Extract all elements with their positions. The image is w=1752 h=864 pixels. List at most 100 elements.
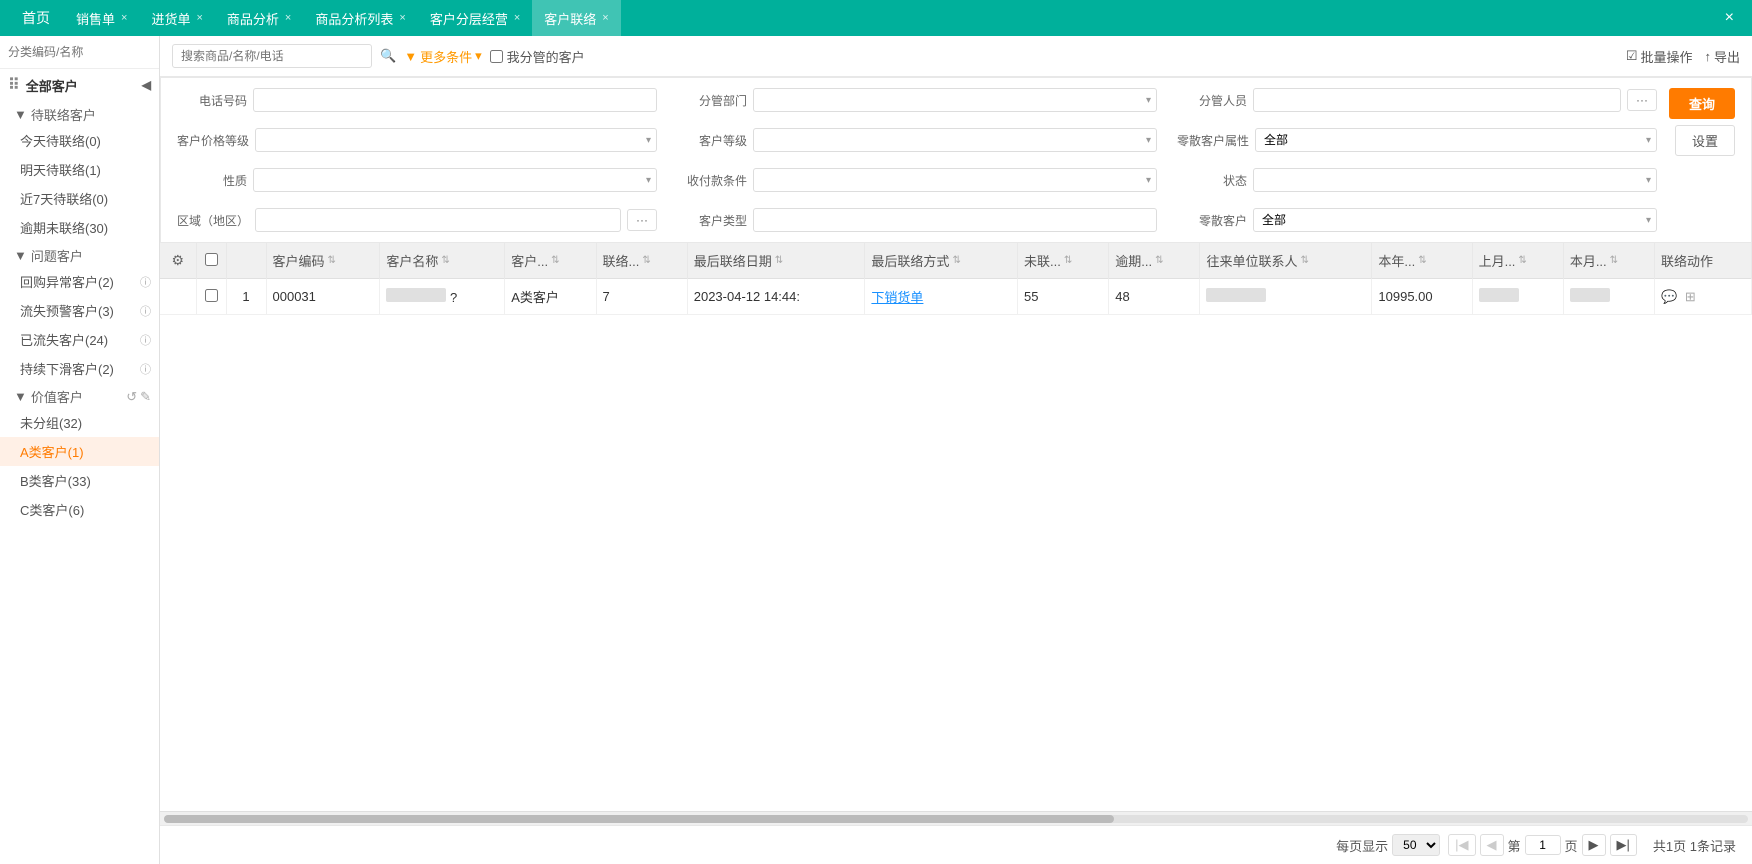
sidebar-item-churned[interactable]: 已流失客户(24) ⓘ (0, 325, 159, 354)
filter-more-btn[interactable]: ▼ 更多条件 ▾ (404, 47, 481, 66)
nav-customer-contact[interactable]: 客户联络 × (532, 0, 620, 36)
all-customers-header[interactable]: ⠿ 全部客户 ◀ (0, 69, 159, 101)
sort-contact-icon: ⇅ (642, 255, 650, 266)
close-customer-contact-icon[interactable]: × (602, 12, 608, 24)
retail-attr-select[interactable]: 全部 (1255, 128, 1657, 152)
my-customers-checkbox-label[interactable]: 我分管的客户 (490, 47, 585, 66)
nav-analysis[interactable]: 商品分析 × (215, 0, 303, 36)
filter-actions: 查询 设置 (1657, 88, 1735, 232)
last-page-btn[interactable]: ▶| (1610, 834, 1637, 856)
row-checkbox[interactable] (205, 289, 218, 302)
region-dots-btn[interactable]: ··· (627, 209, 657, 231)
sort-type-icon: ⇅ (551, 255, 559, 266)
filter-search-input[interactable] (172, 44, 372, 68)
sidebar-item-declining[interactable]: 持续下滑客户(2) ⓘ (0, 354, 159, 383)
close-customer-tier-icon[interactable]: × (514, 12, 520, 24)
staff-dots-btn[interactable]: ··· (1627, 89, 1657, 111)
th-this-year[interactable]: 本年... ⇅ (1372, 243, 1472, 279)
export-btn[interactable]: ↑ 导出 (1704, 47, 1740, 66)
td-checkbox[interactable] (196, 279, 226, 315)
td-contact-action[interactable]: 💬 ⊞ (1655, 279, 1752, 315)
th-last-contact-date[interactable]: 最后联络日期 ⇅ (687, 243, 865, 279)
prev-page-btn[interactable]: ◀ (1480, 834, 1504, 856)
sidebar-item-c-class[interactable]: C类客户(6) (0, 495, 159, 524)
chat-icon[interactable]: 💬 (1661, 289, 1677, 304)
close-analysis-icon[interactable]: × (285, 12, 291, 24)
scrollbar-thumb[interactable] (164, 815, 1114, 823)
th-this-month[interactable]: 本月... ⇅ (1563, 243, 1654, 279)
dept-select[interactable] (753, 88, 1157, 112)
batch-op-btn[interactable]: ☑ 批量操作 (1626, 47, 1693, 66)
nav-sales[interactable]: 销售单 × (64, 0, 139, 36)
th-type[interactable]: 客户... ⇅ (505, 243, 596, 279)
nav-home[interactable]: 首页 (8, 0, 64, 36)
nature-select[interactable] (253, 168, 657, 192)
close-analysis-list-icon[interactable]: × (399, 12, 405, 24)
sidebar-item-repurchase[interactable]: 回购异常客户(2) ⓘ (0, 267, 159, 296)
settings-button[interactable]: 设置 (1675, 125, 1735, 156)
th-no-contact[interactable]: 未联... ⇅ (1018, 243, 1109, 279)
customer-grade-select[interactable] (753, 128, 1157, 152)
price-grade-select[interactable] (255, 128, 657, 152)
th-last-contact-method[interactable]: 最后联络方式 ⇅ (865, 243, 1018, 279)
sidebar-item-a-class[interactable]: A类客户(1) (0, 437, 159, 466)
filter-search-icon[interactable]: 🔍 (380, 48, 396, 64)
payment-select[interactable] (753, 168, 1157, 192)
gear-icon[interactable]: ⚙ (171, 252, 184, 268)
th-contact[interactable]: 联络... ⇅ (596, 243, 687, 279)
my-customers-checkbox[interactable] (490, 50, 503, 63)
nav-analysis-list[interactable]: 商品分析列表 × (303, 0, 417, 36)
sort-year-icon: ⇅ (1418, 255, 1426, 266)
retail-customer-select[interactable]: 全部 (1253, 208, 1657, 232)
per-page-select[interactable]: 50 (1392, 834, 1440, 856)
contact-method-link[interactable]: 下销货单 (871, 290, 923, 305)
query-button[interactable]: 查询 (1669, 88, 1735, 119)
sidebar-search-input[interactable] (8, 45, 160, 59)
arrow-down-icon3: ▼ (14, 389, 27, 404)
th-unit-contact[interactable]: 往来单位联系人 ⇅ (1200, 243, 1372, 279)
refresh-icon[interactable]: ↺ (126, 389, 137, 405)
sidebar-item-unclassified[interactable]: 未分组(32) (0, 408, 159, 437)
td-last-contact-method[interactable]: 下销货单 (865, 279, 1018, 315)
share-icon[interactable]: ⊞ (1685, 289, 1696, 304)
edit-icon[interactable]: ✎ (140, 389, 151, 405)
nav-purchase[interactable]: 进货单 × (139, 0, 214, 36)
next-page-btn[interactable]: ▶ (1582, 834, 1606, 856)
table-area: ⚙ 客户编码 ⇅ (160, 243, 1752, 811)
sidebar-item-7days[interactable]: 近7天待联络(0) (0, 184, 159, 213)
sidebar-item-overdue[interactable]: 逾期未联络(30) (0, 213, 159, 242)
close-purchase-icon[interactable]: × (196, 12, 202, 24)
region-input[interactable] (255, 208, 621, 232)
table-scrollbar[interactable] (160, 811, 1752, 825)
customer-grade-select-wrapper: ▾ (753, 128, 1157, 152)
customer-type-input[interactable] (753, 208, 1157, 232)
th-name[interactable]: 客户名称 ⇅ (380, 243, 505, 279)
sidebar-item-tomorrow[interactable]: 明天待联络(1) (0, 155, 159, 184)
pending-section[interactable]: ▼ 待联络客户 (0, 101, 159, 126)
phone-input[interactable] (253, 88, 657, 112)
select-all-checkbox[interactable] (205, 253, 218, 266)
th-code[interactable]: 客户编码 ⇅ (266, 243, 380, 279)
th-settings[interactable]: ⚙ (160, 243, 196, 279)
sidebar-item-today[interactable]: 今天待联络(0) (0, 126, 159, 155)
phone-label: 电话号码 (177, 92, 247, 109)
sidebar-item-churn-warning[interactable]: 流失预警客户(3) ⓘ (0, 296, 159, 325)
th-checkbox[interactable] (196, 243, 226, 279)
problem-section[interactable]: ▼ 问题客户 (0, 242, 159, 267)
first-page-btn[interactable]: |◀ (1448, 834, 1475, 856)
current-page-input[interactable] (1525, 835, 1561, 855)
staff-input[interactable] (1253, 88, 1621, 112)
sidebar-item-b-class[interactable]: B类客户(33) (0, 466, 159, 495)
th-last-month[interactable]: 上月... ⇅ (1472, 243, 1563, 279)
td-code[interactable]: 000031 (266, 279, 380, 315)
collapse-icon[interactable]: ◀ (142, 78, 151, 92)
th-overdue[interactable]: 逾期... ⇅ (1109, 243, 1200, 279)
status-select[interactable] (1253, 168, 1657, 192)
nav-customer-tier[interactable]: 客户分层经营 × (418, 0, 532, 36)
close-sales-icon[interactable]: × (121, 12, 127, 24)
close-all-icon[interactable]: × (1715, 9, 1744, 27)
batch-icon: ☑ (1626, 48, 1638, 64)
scrollbar-track[interactable] (164, 815, 1748, 823)
price-grade-label: 客户价格等级 (177, 132, 249, 149)
value-section[interactable]: ▼ 价值客户 ↺ ✎ (0, 383, 159, 408)
